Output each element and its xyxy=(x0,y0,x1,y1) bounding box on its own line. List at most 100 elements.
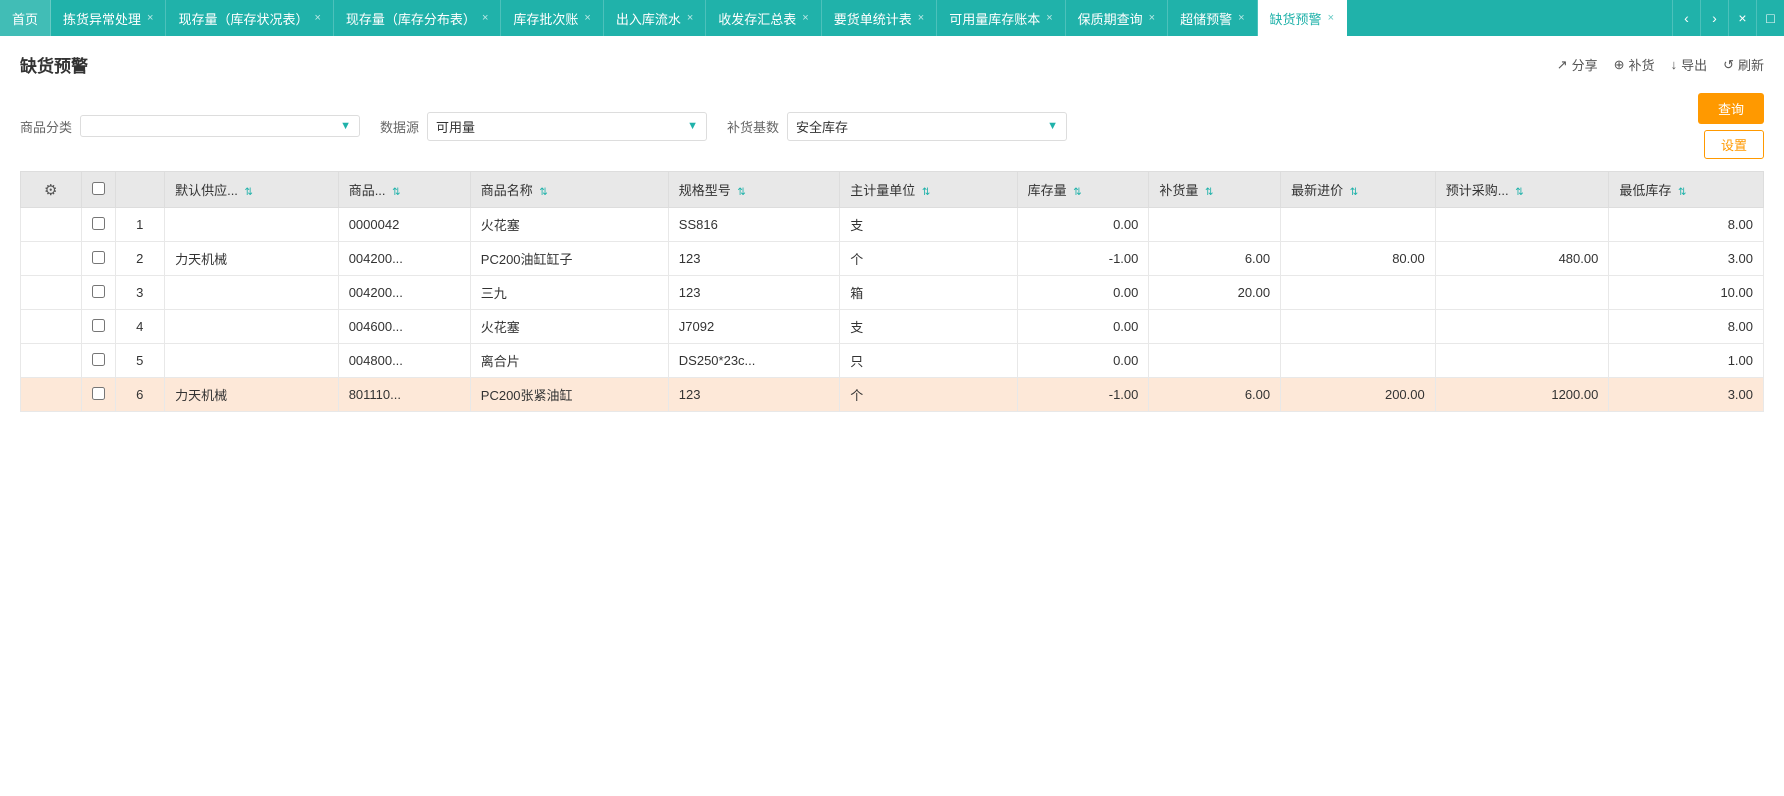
row-replenish: 6.00 xyxy=(1149,242,1281,276)
tab-receipt-summary[interactable]: 收发存汇总表 × xyxy=(706,0,821,36)
datasource-filter-select[interactable]: 可用量 ▼ xyxy=(427,112,707,141)
tab-batch-account[interactable]: 库存批次账 × xyxy=(501,0,603,36)
row-gear-cell xyxy=(21,208,82,242)
refresh-button[interactable]: ↺ 刷新 xyxy=(1723,55,1764,74)
row-unit: 箱 xyxy=(840,276,1017,310)
tab-next-button[interactable]: › xyxy=(1700,0,1728,36)
col-supplier: 默认供应... ⇅ xyxy=(165,172,339,208)
row-checkbox[interactable] xyxy=(92,285,105,298)
replenish-button[interactable]: ⊕ 补货 xyxy=(1614,55,1655,74)
tab-close-inout-flow[interactable]: × xyxy=(687,12,693,24)
row-stock: 0.00 xyxy=(1017,208,1149,242)
latest-price-sort-icon[interactable]: ⇅ xyxy=(1350,187,1358,198)
tab-overstock[interactable]: 超储预警 × xyxy=(1168,0,1257,36)
row-min-stock: 8.00 xyxy=(1609,310,1764,344)
est-purchase-sort-icon[interactable]: ⇅ xyxy=(1515,187,1523,198)
row-supplier xyxy=(165,208,339,242)
row-product-code: 004600... xyxy=(338,310,470,344)
min-stock-sort-icon[interactable]: ⇅ xyxy=(1678,187,1686,198)
tab-shortage[interactable]: 缺货预警 × xyxy=(1258,0,1347,36)
tab-home[interactable]: 首页 xyxy=(0,0,51,36)
col-stock: 库存量 ⇅ xyxy=(1017,172,1149,208)
row-checkbox[interactable] xyxy=(92,217,105,230)
row-est-purchase xyxy=(1435,276,1609,310)
category-filter-label: 商品分类 xyxy=(20,117,72,136)
row-gear-cell xyxy=(21,310,82,344)
gear-icon[interactable]: ⚙ xyxy=(44,182,57,199)
tab-close-available-ledger[interactable]: × xyxy=(1046,12,1052,24)
tab-close-inventory-dist[interactable]: × xyxy=(482,12,488,24)
share-button[interactable]: ↗ 分享 xyxy=(1557,55,1598,74)
settings-button[interactable]: 设置 xyxy=(1704,130,1764,159)
row-latest-price xyxy=(1281,344,1436,378)
row-checkbox-cell xyxy=(81,310,115,344)
tab-close-all-button[interactable]: × xyxy=(1728,0,1756,36)
row-min-stock: 3.00 xyxy=(1609,378,1764,412)
tab-close-order-stats[interactable]: × xyxy=(918,12,924,24)
col-min-stock: 最低库存 ⇅ xyxy=(1609,172,1764,208)
replenish-sort-icon[interactable]: ⇅ xyxy=(1205,187,1213,198)
row-unit: 个 xyxy=(840,378,1017,412)
product-name-sort-icon[interactable]: ⇅ xyxy=(539,187,547,198)
row-checkbox[interactable] xyxy=(92,387,105,400)
row-checkbox-cell xyxy=(81,378,115,412)
header-actions: ↗ 分享 ⊕ 补货 ↓ 导出 ↺ 刷新 xyxy=(1557,55,1764,74)
row-checkbox-cell xyxy=(81,242,115,276)
query-button[interactable]: 查询 xyxy=(1698,93,1764,124)
row-index: 3 xyxy=(115,276,165,310)
row-est-purchase xyxy=(1435,310,1609,344)
tab-available-ledger[interactable]: 可用量库存账本 × xyxy=(937,0,1065,36)
row-min-stock: 3.00 xyxy=(1609,242,1764,276)
row-gear-cell xyxy=(21,276,82,310)
row-latest-price: 80.00 xyxy=(1281,242,1436,276)
row-replenish: 20.00 xyxy=(1149,276,1281,310)
col-checkbox-all xyxy=(81,172,115,208)
share-icon: ↗ xyxy=(1557,57,1568,73)
tab-close-receipt-summary[interactable]: × xyxy=(802,12,808,24)
row-spec: DS250*23c... xyxy=(668,344,839,378)
select-all-checkbox[interactable] xyxy=(92,182,105,195)
tab-prev-button[interactable]: ‹ xyxy=(1672,0,1700,36)
row-index: 5 xyxy=(115,344,165,378)
row-product-name: 离合片 xyxy=(470,344,668,378)
row-unit: 支 xyxy=(840,208,1017,242)
row-checkbox[interactable] xyxy=(92,319,105,332)
tab-fullscreen-button[interactable]: □ xyxy=(1756,0,1784,36)
datasource-filter-value: 可用量 xyxy=(436,117,475,136)
row-checkbox[interactable] xyxy=(92,353,105,366)
tab-inventory-dist[interactable]: 现存量（库存分布表） × xyxy=(334,0,501,36)
tab-abnormal[interactable]: 拣货异常处理 × xyxy=(51,0,166,36)
row-min-stock: 8.00 xyxy=(1609,208,1764,242)
row-checkbox[interactable] xyxy=(92,251,105,264)
row-spec: 123 xyxy=(668,378,839,412)
tab-close-abnormal[interactable]: × xyxy=(147,12,153,24)
tab-inout-flow[interactable]: 出入库流水 × xyxy=(604,0,706,36)
unit-sort-icon[interactable]: ⇅ xyxy=(922,187,930,198)
stock-sort-icon[interactable]: ⇅ xyxy=(1073,187,1081,198)
supplier-sort-icon[interactable]: ⇅ xyxy=(245,187,253,198)
replenish-base-filter-select[interactable]: 安全库存 ▼ xyxy=(787,112,1067,141)
replenish-icon: ⊕ xyxy=(1614,57,1625,73)
row-min-stock: 10.00 xyxy=(1609,276,1764,310)
refresh-icon: ↺ xyxy=(1723,57,1734,73)
tab-close-inventory-status[interactable]: × xyxy=(314,12,320,24)
row-latest-price: 200.00 xyxy=(1281,378,1436,412)
tab-expiry-query[interactable]: 保质期查询 × xyxy=(1066,0,1168,36)
row-unit: 支 xyxy=(840,310,1017,344)
spec-sort-icon[interactable]: ⇅ xyxy=(737,187,745,198)
row-product-code: 004200... xyxy=(338,242,470,276)
export-button[interactable]: ↓ 导出 xyxy=(1671,55,1708,74)
table-row: 6 力天机械 801110... PC200张紧油缸 123 个 -1.00 6… xyxy=(21,378,1764,412)
row-unit: 只 xyxy=(840,344,1017,378)
product-code-sort-icon[interactable]: ⇅ xyxy=(392,187,400,198)
row-supplier: 力天机械 xyxy=(165,242,339,276)
row-latest-price xyxy=(1281,310,1436,344)
row-spec: 123 xyxy=(668,276,839,310)
tab-inventory-status[interactable]: 现存量（库存状况表） × xyxy=(166,0,333,36)
tab-close-batch-account[interactable]: × xyxy=(584,12,590,24)
category-filter-select[interactable]: ▼ xyxy=(80,115,360,137)
tab-close-overstock[interactable]: × xyxy=(1238,12,1244,24)
tab-close-shortage[interactable]: × xyxy=(1328,12,1334,24)
tab-order-stats[interactable]: 要货单统计表 × xyxy=(822,0,937,36)
tab-close-expiry-query[interactable]: × xyxy=(1149,12,1155,24)
